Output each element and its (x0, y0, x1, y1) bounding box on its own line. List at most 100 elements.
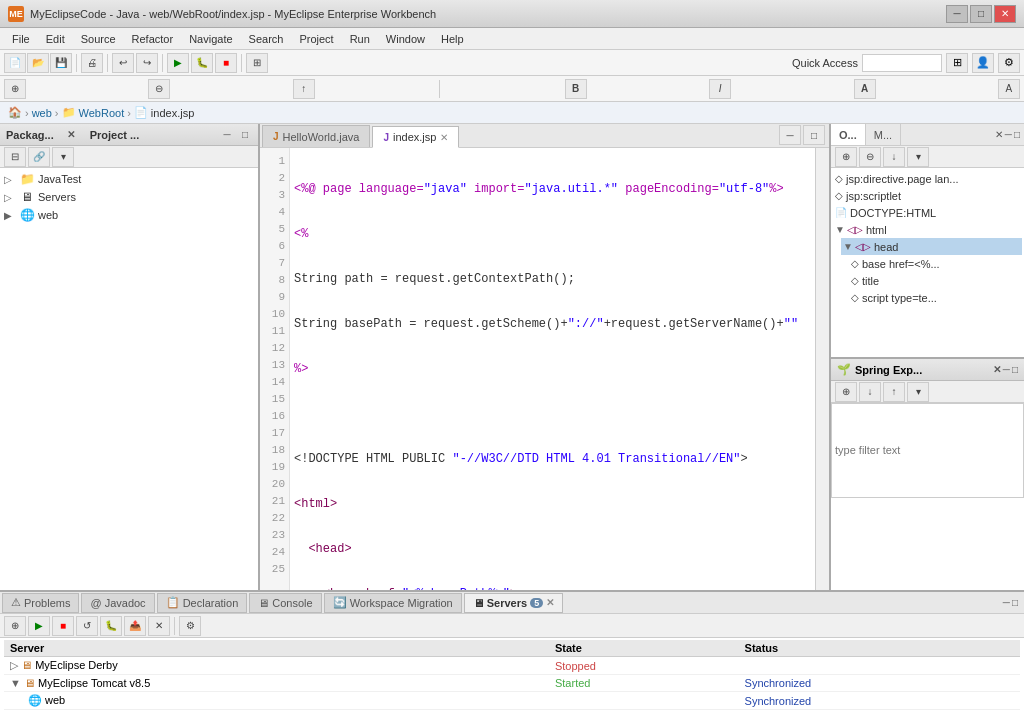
print-button[interactable]: 🖨 (81, 53, 103, 73)
collapse-all-button[interactable]: ⊟ (4, 147, 26, 167)
menu-search[interactable]: Search (241, 31, 292, 47)
stop-button[interactable]: ■ (215, 53, 237, 73)
menu-source[interactable]: Source (73, 31, 124, 47)
bottom-min-btn[interactable]: ─ (1003, 597, 1010, 608)
toolbar2-aa2[interactable]: A (998, 79, 1020, 99)
server-restart-btn[interactable]: ↺ (76, 616, 98, 636)
spring-btn1[interactable]: ⊕ (835, 382, 857, 402)
expand-servers[interactable]: ▷ (4, 192, 18, 203)
spring-close-btn[interactable]: ✕ (993, 364, 1001, 375)
tab-close-icon[interactable]: ✕ (440, 132, 448, 143)
outline-item-title[interactable]: ◇ title (849, 272, 1022, 289)
tab-console[interactable]: 🖥 Console (249, 593, 321, 613)
spring-btn3[interactable]: ↑ (883, 382, 905, 402)
expand-web[interactable]: ▶ (4, 210, 18, 221)
menu-refactor[interactable]: Refactor (124, 31, 182, 47)
outline-tab-o[interactable]: O... (831, 124, 866, 145)
tab-workspace-migration[interactable]: 🔄 Workspace Migration (324, 593, 462, 613)
server-start-btn[interactable]: ▶ (28, 616, 50, 636)
outline-max-btn[interactable]: □ (1014, 129, 1020, 140)
toolbar2-btn1[interactable]: ⊕ (4, 79, 26, 99)
undo-button[interactable]: ↩ (112, 53, 134, 73)
server-debug-btn[interactable]: 🐛 (100, 616, 122, 636)
outline-btn4[interactable]: ▾ (907, 147, 929, 167)
tab-declaration[interactable]: 📋 Declaration (157, 593, 248, 613)
editor-minimize[interactable]: ─ (779, 125, 801, 145)
menu-project[interactable]: Project (291, 31, 341, 47)
outline-min-btn[interactable]: ─ (1005, 129, 1012, 140)
left-panel-close[interactable]: ✕ (64, 128, 78, 142)
menu-window[interactable]: Window (378, 31, 433, 47)
tab-servers[interactable]: 🖥 Servers 5 ✕ (464, 593, 563, 613)
spring-min-btn[interactable]: ─ (1003, 364, 1010, 375)
expand-javatest[interactable]: ▷ (4, 174, 18, 185)
redo-button[interactable]: ↪ (136, 53, 158, 73)
outline-tab-m[interactable]: M... (866, 124, 901, 145)
outline-item-base[interactable]: ◇ base href=<%... (849, 255, 1022, 272)
menu-navigate[interactable]: Navigate (181, 31, 240, 47)
breadcrumb-webroot[interactable]: WebRoot (79, 107, 125, 119)
toolbar2-btn3[interactable]: ↑ (293, 79, 315, 99)
package-tab[interactable]: Packag... (6, 129, 54, 141)
outline-item-head[interactable]: ▼ ◁▷ head (841, 238, 1022, 255)
left-panel-maximize[interactable]: □ (238, 128, 252, 142)
left-panel-minimize[interactable]: ─ (220, 128, 234, 142)
quick-access-button[interactable]: ⊞ (946, 53, 968, 73)
outline-item-scriptlet[interactable]: ◇ jsp:scriptlet (833, 187, 1022, 204)
menu-edit[interactable]: Edit (38, 31, 73, 47)
server-stop-btn[interactable]: ■ (52, 616, 74, 636)
table-row[interactable]: ▼ 🖥 MyEclipse Tomcat v8.5 Started Synchr… (4, 675, 1020, 692)
outline-close-btn[interactable]: ✕ (995, 129, 1003, 140)
close-button[interactable]: ✕ (994, 5, 1016, 23)
toolbar2-aa1[interactable]: A (854, 79, 876, 99)
server-publish-btn[interactable]: 📤 (124, 616, 146, 636)
spring-btn4[interactable]: ▾ (907, 382, 929, 402)
tab-helloworldjava[interactable]: J HelloWorld.java (262, 125, 370, 147)
user-icon-button[interactable]: 👤 (972, 53, 994, 73)
tree-view-menu[interactable]: ▾ (52, 147, 74, 167)
outline-item-html[interactable]: ▼ ◁▷ html (833, 221, 1022, 238)
server-remove-btn[interactable]: ✕ (148, 616, 170, 636)
tree-item-web[interactable]: ▶ 🌐 web (0, 206, 258, 224)
save-button[interactable]: 💾 (50, 53, 72, 73)
tab-problems[interactable]: ⚠ Problems (2, 593, 79, 613)
tab-javadoc[interactable]: @ Javadoc (81, 593, 154, 613)
server-new-btn[interactable]: ⊕ (4, 616, 26, 636)
perspective-button[interactable]: ⊞ (246, 53, 268, 73)
tab-indexjsp[interactable]: J index.jsp ✕ (372, 126, 459, 148)
project-tab[interactable]: Project ... (90, 129, 140, 141)
open-button[interactable]: 📂 (27, 53, 49, 73)
toolbar2-btn2[interactable]: ⊖ (148, 79, 170, 99)
outline-btn3[interactable]: ↓ (883, 147, 905, 167)
outline-btn1[interactable]: ⊕ (835, 147, 857, 167)
spring-filter-input[interactable] (831, 403, 1024, 498)
menu-help[interactable]: Help (433, 31, 472, 47)
tomcat-expand-icon[interactable]: ▼ (10, 677, 21, 689)
derby-expand-icon[interactable]: ▷ (10, 659, 18, 671)
quick-access-input[interactable] (862, 54, 942, 72)
servers-tab-close[interactable]: ✕ (546, 597, 554, 608)
outline-btn2[interactable]: ⊖ (859, 147, 881, 167)
table-row[interactable]: ▷ 🖥 MyEclipse Derby Stopped (4, 657, 1020, 675)
menu-file[interactable]: File (4, 31, 38, 47)
settings-icon-button[interactable]: ⚙ (998, 53, 1020, 73)
editor-maximize[interactable]: □ (803, 125, 825, 145)
bottom-max-btn[interactable]: □ (1012, 597, 1018, 608)
menu-run[interactable]: Run (342, 31, 378, 47)
head-expand-icon[interactable]: ▼ (843, 241, 853, 252)
maximize-button[interactable]: □ (970, 5, 992, 23)
link-editor-button[interactable]: 🔗 (28, 147, 50, 167)
toolbar2-bold[interactable]: B (565, 79, 587, 99)
minimize-button[interactable]: ─ (946, 5, 968, 23)
tree-item-servers[interactable]: ▷ 🖥 Servers (0, 188, 258, 206)
table-row[interactable]: 🌐 web Synchronized (4, 692, 1020, 710)
breadcrumb-web[interactable]: web (32, 107, 52, 119)
debug-button[interactable]: 🐛 (191, 53, 213, 73)
spring-max-btn[interactable]: □ (1012, 364, 1018, 375)
new-button[interactable]: 📄 (4, 53, 26, 73)
run-button[interactable]: ▶ (167, 53, 189, 73)
tree-item-javatest[interactable]: ▷ 📁 JavaTest (0, 170, 258, 188)
html-expand-icon[interactable]: ▼ (835, 224, 845, 235)
outline-item-script[interactable]: ◇ script type=te... (849, 289, 1022, 306)
server-settings-btn[interactable]: ⚙ (179, 616, 201, 636)
